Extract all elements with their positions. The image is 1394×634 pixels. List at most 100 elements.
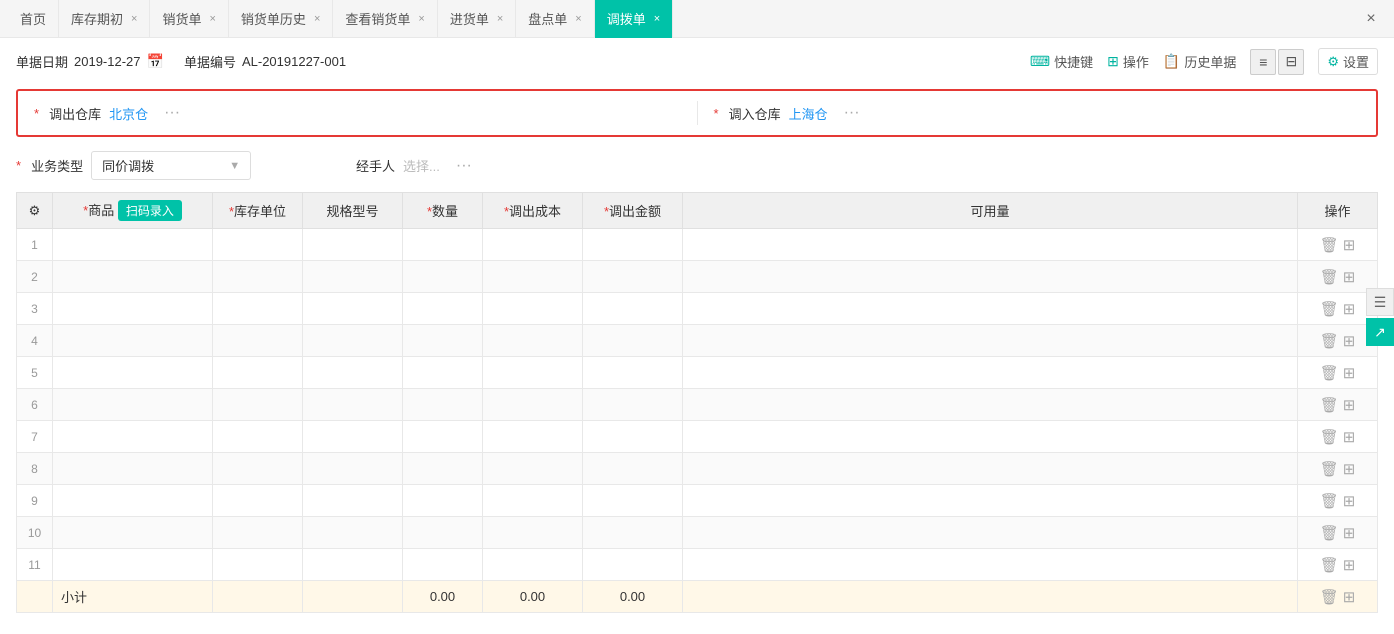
cost-cell[interactable]: [483, 357, 583, 389]
product-cell[interactable]: [53, 261, 213, 293]
copy-icon[interactable]: ⊞: [1343, 396, 1356, 414]
tab-transfer-close[interactable]: ×: [654, 13, 660, 25]
scan-button[interactable]: 扫码录入: [118, 200, 182, 221]
spec-cell[interactable]: [303, 293, 403, 325]
cost-cell[interactable]: [483, 421, 583, 453]
delete-icon[interactable]: 🗑: [1320, 300, 1339, 318]
business-type-select[interactable]: 同价调拨 ▼: [91, 151, 251, 180]
spec-cell[interactable]: [303, 453, 403, 485]
warehouse-in-more-btn[interactable]: ···: [836, 104, 868, 122]
tab-sales-order[interactable]: 销货单 ×: [150, 0, 228, 38]
quantity-cell[interactable]: [403, 293, 483, 325]
unit-cell[interactable]: [213, 325, 303, 357]
copy-icon[interactable]: ⊞: [1343, 428, 1356, 446]
tab-transfer[interactable]: 调拨单 ×: [595, 0, 673, 38]
warehouse-in-value[interactable]: 上海仓: [789, 104, 828, 123]
window-close-button[interactable]: ×: [1356, 0, 1386, 38]
copy-icon[interactable]: ⊞: [1343, 268, 1356, 286]
layout-btn-1[interactable]: ≡: [1250, 49, 1276, 75]
spec-cell[interactable]: [303, 421, 403, 453]
tab-view-sales-close[interactable]: ×: [418, 13, 424, 25]
tab-inventory-check[interactable]: 盘点单 ×: [516, 0, 594, 38]
unit-cell[interactable]: [213, 485, 303, 517]
calendar-icon[interactable]: 📅: [147, 53, 164, 70]
copy-icon[interactable]: ⊞: [1343, 556, 1356, 574]
copy-icon[interactable]: ⊞: [1343, 332, 1356, 350]
quantity-cell[interactable]: [403, 421, 483, 453]
quantity-cell[interactable]: [403, 389, 483, 421]
unit-cell[interactable]: [213, 421, 303, 453]
cost-cell[interactable]: [483, 485, 583, 517]
amount-cell[interactable]: [583, 517, 683, 549]
cost-cell[interactable]: [483, 517, 583, 549]
warehouse-out-more-btn[interactable]: ···: [156, 104, 188, 122]
amount-cell[interactable]: [583, 293, 683, 325]
spec-cell[interactable]: [303, 261, 403, 293]
spec-cell[interactable]: [303, 325, 403, 357]
amount-cell[interactable]: [583, 357, 683, 389]
handler-select[interactable]: 选择...: [403, 156, 440, 175]
quantity-cell[interactable]: [403, 357, 483, 389]
copy-icon[interactable]: ⊞: [1343, 460, 1356, 478]
amount-cell[interactable]: [583, 325, 683, 357]
float-list-btn[interactable]: ☰: [1366, 288, 1394, 316]
delete-icon[interactable]: 🗑: [1320, 460, 1339, 478]
tab-purchase-close[interactable]: ×: [497, 13, 503, 25]
warehouse-out-value[interactable]: 北京仓: [109, 104, 148, 123]
amount-cell[interactable]: [583, 453, 683, 485]
product-cell[interactable]: [53, 421, 213, 453]
delete-icon[interactable]: 🗑: [1320, 428, 1339, 446]
delete-icon[interactable]: 🗑: [1320, 492, 1339, 510]
spec-cell[interactable]: [303, 357, 403, 389]
cost-cell[interactable]: [483, 389, 583, 421]
tab-home[interactable]: 首页: [8, 0, 59, 38]
shortcut-btn[interactable]: ⌨ 快捷键: [1030, 52, 1093, 71]
quantity-cell[interactable]: [403, 453, 483, 485]
tab-sales-order-close[interactable]: ×: [209, 13, 215, 25]
tab-inventory-init[interactable]: 库存期初 ×: [59, 0, 150, 38]
quantity-cell[interactable]: [403, 325, 483, 357]
delete-icon[interactable]: 🗑: [1320, 396, 1339, 414]
amount-cell[interactable]: [583, 549, 683, 581]
history-btn[interactable]: 📋 历史单据: [1163, 52, 1236, 71]
unit-cell[interactable]: [213, 357, 303, 389]
copy-icon[interactable]: ⊞: [1343, 236, 1356, 254]
tab-inventory-check-close[interactable]: ×: [575, 13, 581, 25]
copy-icon[interactable]: ⊞: [1343, 492, 1356, 510]
delete-icon[interactable]: 🗑: [1320, 524, 1339, 542]
product-cell[interactable]: [53, 485, 213, 517]
delete-icon[interactable]: 🗑: [1320, 556, 1339, 574]
quantity-cell[interactable]: [403, 485, 483, 517]
product-cell[interactable]: [53, 229, 213, 261]
cost-cell[interactable]: [483, 325, 583, 357]
product-cell[interactable]: [53, 453, 213, 485]
subtotal-delete-icon[interactable]: 🗑: [1320, 588, 1339, 606]
handler-more-btn[interactable]: ···: [448, 157, 480, 175]
cost-cell[interactable]: [483, 229, 583, 261]
unit-cell[interactable]: [213, 261, 303, 293]
float-expand-btn[interactable]: ↗: [1366, 318, 1394, 346]
product-cell[interactable]: [53, 357, 213, 389]
cost-cell[interactable]: [483, 549, 583, 581]
copy-icon[interactable]: ⊞: [1343, 524, 1356, 542]
amount-cell[interactable]: [583, 389, 683, 421]
product-cell[interactable]: [53, 389, 213, 421]
spec-cell[interactable]: [303, 229, 403, 261]
unit-cell[interactable]: [213, 293, 303, 325]
operation-btn[interactable]: ⊞ 操作: [1107, 52, 1149, 71]
unit-cell[interactable]: [213, 389, 303, 421]
quantity-cell[interactable]: [403, 517, 483, 549]
cost-cell[interactable]: [483, 261, 583, 293]
amount-cell[interactable]: [583, 485, 683, 517]
product-cell[interactable]: [53, 293, 213, 325]
quantity-cell[interactable]: [403, 261, 483, 293]
layout-btn-2[interactable]: ⊟: [1278, 49, 1304, 75]
copy-icon[interactable]: ⊞: [1343, 364, 1356, 382]
delete-icon[interactable]: 🗑: [1320, 364, 1339, 382]
unit-cell[interactable]: [213, 453, 303, 485]
delete-icon[interactable]: 🗑: [1320, 332, 1339, 350]
settings-button[interactable]: ⚙ 设置: [1318, 48, 1378, 75]
spec-cell[interactable]: [303, 517, 403, 549]
quantity-cell[interactable]: [403, 229, 483, 261]
quantity-cell[interactable]: [403, 549, 483, 581]
